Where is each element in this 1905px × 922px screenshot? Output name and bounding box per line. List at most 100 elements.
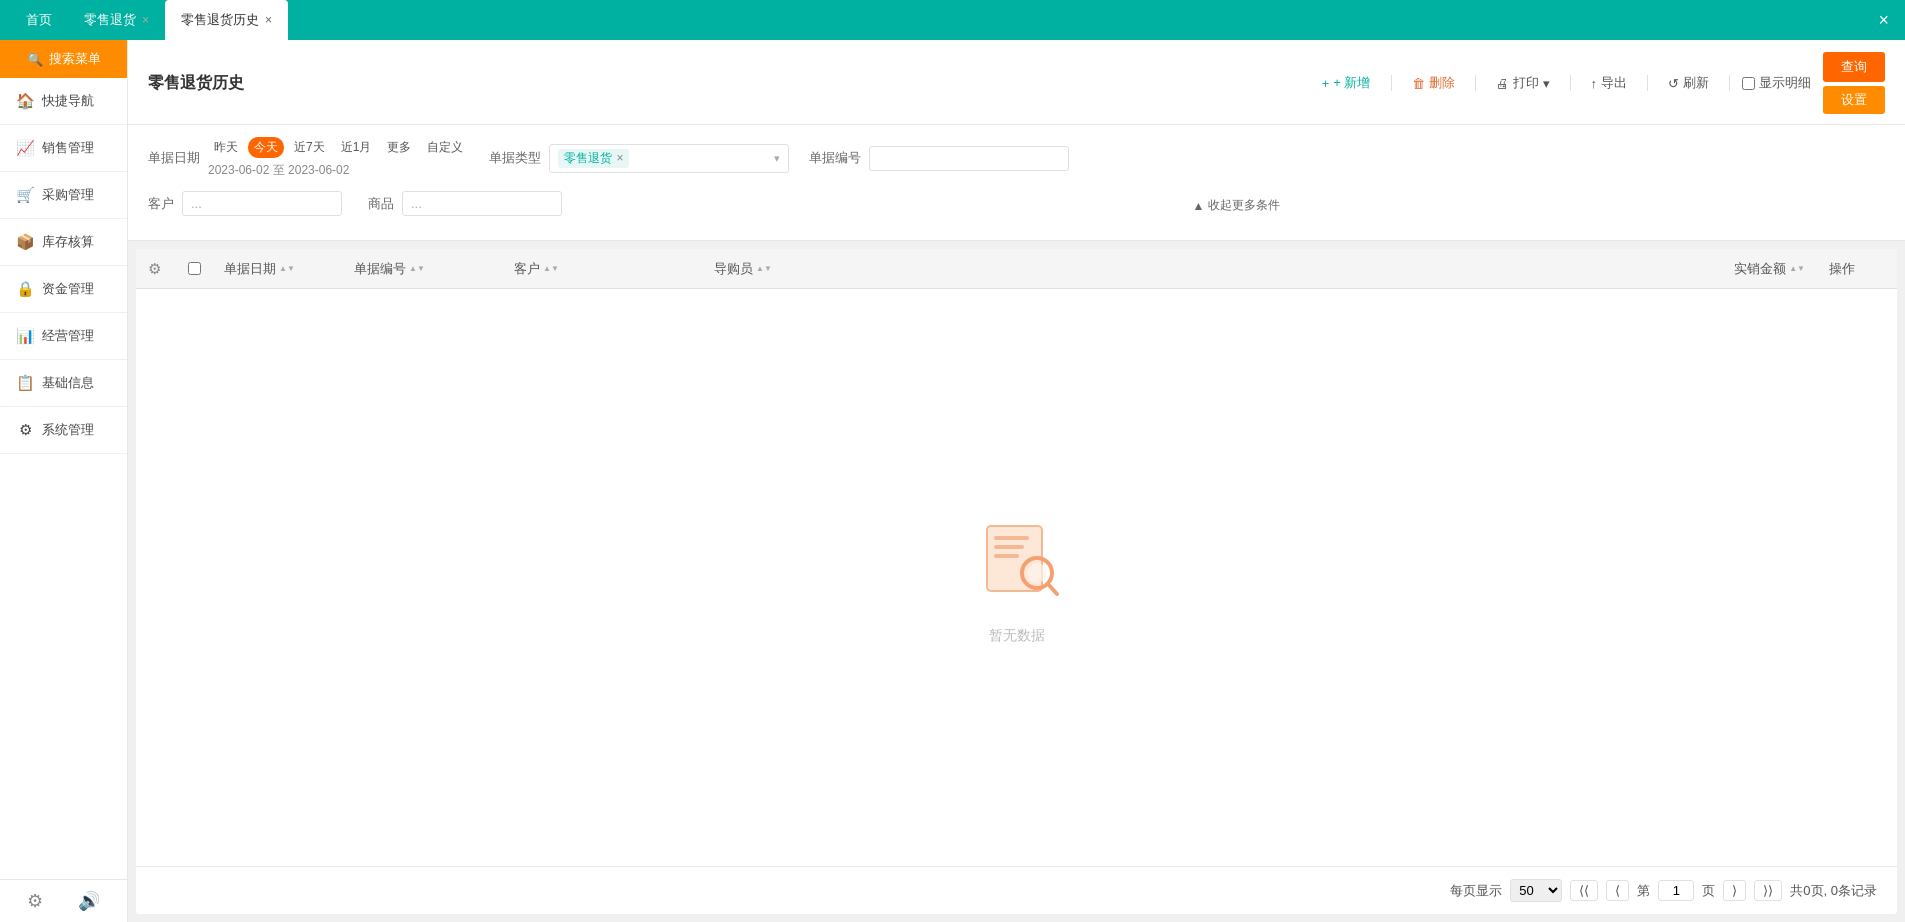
svg-rect-1 (994, 536, 1029, 540)
number-input[interactable] (869, 146, 1069, 171)
date-range-display: 2023-06-02 至 2023-06-02 (208, 162, 469, 179)
date-btn-yesterday[interactable]: 昨天 (208, 137, 244, 158)
number-sort-icon[interactable]: ▲▼ (409, 265, 425, 273)
toolbar-divider-2 (1475, 75, 1476, 91)
per-page-select[interactable]: 50 10 20 100 (1510, 879, 1562, 902)
table-col-number: 单据编号 ▲▼ (342, 252, 502, 286)
date-btn-1month[interactable]: 近1月 (335, 137, 378, 158)
svg-line-6 (1048, 584, 1057, 594)
sidebar-item-basic-info[interactable]: 📋 基础信息 (0, 360, 127, 407)
system-icon: ⚙ (16, 421, 34, 439)
table-settings-icon[interactable]: ⚙ (148, 260, 161, 278)
sidebar-item-purchase[interactable]: 🛒 采购管理 (0, 172, 127, 219)
tab-home[interactable]: 首页 (10, 0, 68, 40)
filter-group-date: 单据日期 昨天 今天 近7天 近1月 更多 自定义 2023-06-02 至 2… (148, 137, 469, 179)
pagination: 每页显示 50 10 20 100 ⟨⟨ ⟨ 第 页 ⟩ ⟩⟩ 共0页, 0条记… (136, 866, 1897, 914)
date-btn-custom[interactable]: 自定义 (421, 137, 469, 158)
date-btn-today[interactable]: 今天 (248, 137, 284, 158)
page-next-button[interactable]: ⟩ (1723, 880, 1746, 901)
export-icon: ↑ (1591, 76, 1598, 91)
table-col-date: 单据日期 ▲▼ (212, 252, 342, 286)
svg-rect-2 (994, 545, 1024, 549)
table-col-checkbox[interactable] (176, 254, 212, 283)
type-select[interactable]: 零售退货 × ▾ (549, 144, 789, 173)
table-col-action: 操作 (1817, 252, 1897, 286)
filter-group-customer: 客户 ... (148, 191, 348, 216)
speaker-icon[interactable]: 🔊 (78, 890, 100, 912)
tab-retail-return-history[interactable]: 零售退货历史 × (165, 0, 288, 40)
table-col-spacer (902, 261, 1697, 277)
new-button[interactable]: + + 新增 (1314, 70, 1379, 96)
collapse-button[interactable]: ▲ 收起更多条件 (1173, 193, 1301, 218)
customer-input[interactable]: ... (182, 191, 342, 216)
sidebar-item-finance[interactable]: 🔒 资金管理 (0, 266, 127, 313)
type-select-chevron: ▾ (774, 152, 780, 165)
date-btn-7days[interactable]: 近7天 (288, 137, 331, 158)
export-button[interactable]: ↑ 导出 (1583, 70, 1636, 96)
page-input[interactable] (1658, 880, 1694, 901)
per-page-label: 每页显示 (1450, 882, 1502, 900)
date-btn-more[interactable]: 更多 (381, 137, 417, 158)
customer-sort-icon[interactable]: ▲▼ (543, 265, 559, 273)
tab-retail-return-history-close[interactable]: × (265, 13, 272, 27)
display-toggle-checkbox[interactable] (1742, 77, 1755, 90)
page-label: 第 (1637, 882, 1650, 900)
sidebar-item-operations[interactable]: 📊 经营管理 (0, 313, 127, 360)
operations-icon: 📊 (16, 327, 34, 345)
sidebar-item-inventory[interactable]: 📦 库存核算 (0, 219, 127, 266)
new-icon: + (1322, 76, 1330, 91)
amount-sort-icon[interactable]: ▲▼ (1789, 265, 1805, 273)
table-container: ⚙ 单据日期 ▲▼ 单据编号 ▲▼ 客户 ▲▼ 导购员 (136, 249, 1897, 914)
type-tag: 零售退货 × (558, 149, 629, 168)
settings-button[interactable]: 设置 (1823, 86, 1885, 114)
inventory-icon: 📦 (16, 233, 34, 251)
page-header: 零售退货历史 + + 新增 🗑 删除 🖨 打印 ▾ (128, 40, 1905, 125)
print-icon: 🖨 (1496, 76, 1509, 91)
toolbar-divider-4 (1647, 75, 1648, 91)
table-header: ⚙ 单据日期 ▲▼ 单据编号 ▲▼ 客户 ▲▼ 导购员 (136, 249, 1897, 289)
type-filter-label: 单据类型 (489, 149, 541, 167)
print-dropdown-icon: ▾ (1543, 76, 1550, 91)
toolbar: + + 新增 🗑 删除 🖨 打印 ▾ ↑ 导出 (1314, 52, 1885, 124)
table-select-all-checkbox[interactable] (188, 262, 201, 275)
display-toggle[interactable]: 显示明细 (1742, 74, 1811, 92)
date-sort-icon[interactable]: ▲▼ (279, 265, 295, 273)
table-col-customer: 客户 ▲▼ (502, 252, 702, 286)
table-col-amount: 实销金额 ▲▼ (1697, 252, 1817, 286)
refresh-button[interactable]: ↺ 刷新 (1660, 70, 1717, 96)
goods-input[interactable]: ... (402, 191, 562, 216)
page-last-button[interactable]: ⟩⟩ (1754, 880, 1782, 901)
window-close-icon[interactable]: × (1878, 11, 1889, 29)
settings-bottom-icon[interactable]: ⚙ (27, 890, 43, 912)
filter-group-type: 单据类型 零售退货 × ▾ (489, 144, 789, 173)
empty-icon (967, 511, 1067, 611)
print-button[interactable]: 🖨 打印 ▾ (1488, 70, 1558, 96)
tab-retail-return-close[interactable]: × (142, 13, 149, 27)
sidebar-item-system[interactable]: ⚙ 系统管理 (0, 407, 127, 454)
svg-rect-3 (994, 554, 1019, 558)
query-button[interactable]: 查询 (1823, 52, 1885, 82)
filter-group-goods: 商品 ... (368, 191, 568, 216)
date-filter-label: 单据日期 (148, 149, 200, 167)
filter-row-1: 单据日期 昨天 今天 近7天 近1月 更多 自定义 2023-06-02 至 2… (148, 137, 1885, 179)
home-icon: 🏠 (16, 92, 34, 110)
number-filter-label: 单据编号 (809, 149, 861, 167)
refresh-icon: ↺ (1668, 76, 1679, 91)
filter-area: 单据日期 昨天 今天 近7天 近1月 更多 自定义 2023-06-02 至 2… (128, 125, 1905, 241)
sidebar-item-sales[interactable]: 📈 销售管理 (0, 125, 127, 172)
tab-retail-return[interactable]: 零售退货 × (68, 0, 165, 40)
basic-info-icon: 📋 (16, 374, 34, 392)
page-title: 零售退货历史 (148, 73, 244, 104)
type-tag-close[interactable]: × (616, 151, 623, 165)
sidebar-search[interactable]: 🔍 搜索菜单 (0, 40, 127, 78)
page-first-button[interactable]: ⟨⟨ (1570, 880, 1598, 901)
sidebar-item-quick-nav[interactable]: 🏠 快捷导航 (0, 78, 127, 125)
guide-sort-icon[interactable]: ▲▼ (756, 265, 772, 273)
delete-button[interactable]: 🗑 删除 (1404, 70, 1463, 96)
finance-icon: 🔒 (16, 280, 34, 298)
collapse-icon: ▲ (1193, 199, 1205, 213)
page-prev-button[interactable]: ⟨ (1606, 880, 1629, 901)
total-label: 共0页, 0条记录 (1790, 882, 1877, 900)
table-col-guide: 导购员 ▲▼ (702, 252, 902, 286)
sidebar-bottom: ⚙ 🔊 (0, 879, 127, 922)
